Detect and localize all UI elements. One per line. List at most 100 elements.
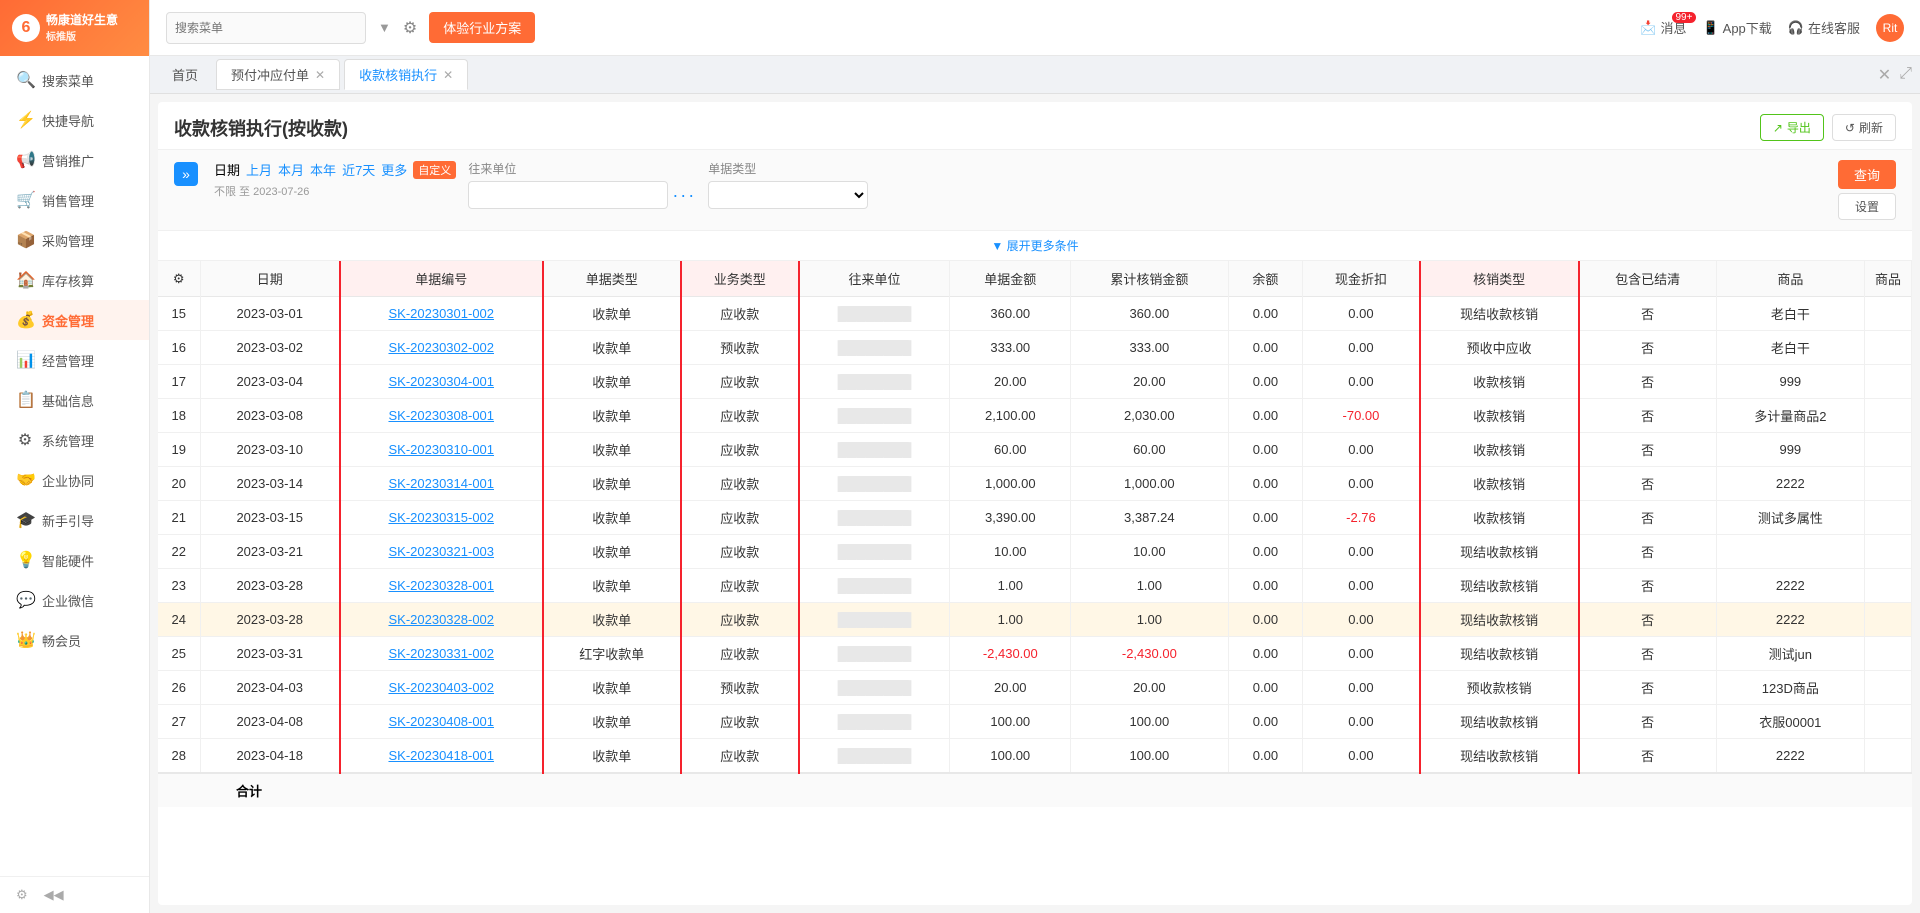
online-service-btn[interactable]: 🎧 在线客服 [1788,18,1860,37]
tab-collection[interactable]: 收款核销执行 ✕ [344,59,468,90]
sidebar-item-系统管理[interactable]: ⚙ 系统管理 [0,420,149,460]
export-btn[interactable]: ↗ 导出 [1760,114,1824,141]
col-goods[interactable]: 商品 [1716,261,1864,297]
td-date: 2023-03-08 [200,399,340,433]
voucher-link[interactable]: SK-20230301-002 [388,306,494,321]
voucher-link[interactable]: SK-20230304-001 [388,374,494,389]
sidebar-item-label: 畅会员 [42,631,81,650]
col-balance[interactable]: 余额 [1228,261,1303,297]
dropdown-arrow-icon[interactable]: ▼ [378,20,391,35]
voucher-link[interactable]: SK-20230328-001 [388,578,494,593]
voucher-link[interactable]: SK-20230308-001 [388,408,494,423]
tab-close-all-icon[interactable]: ✕ [1878,65,1891,85]
voucher-link[interactable]: SK-20230310-001 [388,442,494,457]
sidebar-item-基础信息[interactable]: 📋 基础信息 [0,380,149,420]
col-amount[interactable]: 单据金额 [950,261,1071,297]
settings-icon[interactable]: ⚙ [16,887,28,903]
td-goods2 [1864,671,1911,705]
td-date: 2023-03-15 [200,501,340,535]
col-voucher-no[interactable]: 单据编号 [340,261,543,297]
col-cash-discount[interactable]: 现金折扣 [1303,261,1420,297]
app-download-btn[interactable]: 📱 App下载 [1702,18,1771,37]
sidebar-item-智能硬件[interactable]: 💡 智能硬件 [0,540,149,580]
col-partner[interactable]: 往来单位 [799,261,950,297]
sidebar-item-label: 销售管理 [42,191,94,210]
sidebar-item-库存核算[interactable]: 🏠 库存核算 [0,260,149,300]
tab-expand-icon[interactable]: ⤢ [1899,65,1912,85]
col-biz-type[interactable]: 业务类型 [681,261,799,297]
refresh-btn[interactable]: ↺ 刷新 [1832,114,1896,141]
col-include-settled[interactable]: 包含已结清 [1579,261,1717,297]
filter-voucher-type-select[interactable]: 收款单 红字收款单 [708,181,868,209]
avatar[interactable]: Rit [1876,14,1904,42]
table-header-row: ⚙ 日期 单据编号 单据类型 业务类型 往来单位 单据金额 累计核销金额 余额 … [158,261,1912,297]
td-amount: 100.00 [950,705,1071,739]
sidebar-item-新手引导[interactable]: 🎓 新手引导 [0,500,149,540]
tab-close-collection[interactable]: ✕ [443,68,453,82]
col-gear[interactable]: ⚙ [158,261,200,297]
data-table: ⚙ 日期 单据编号 单据类型 业务类型 往来单位 单据金额 累计核销金额 余额 … [158,261,1912,807]
col-date[interactable]: 日期 [200,261,340,297]
sidebar-item-营销推广[interactable]: 📢 营销推广 [0,140,149,180]
td-no: 27 [158,705,200,739]
messages-btn[interactable]: 📩 消息 99+ [1640,18,1686,37]
filter-toggle-btn[interactable]: » [174,162,198,186]
sidebar-item-搜索菜单[interactable]: 🔍 搜索菜单 [0,60,149,100]
industry-btn[interactable]: 体验行业方案 [429,12,535,43]
td-no: 22 [158,535,200,569]
gear-icon[interactable]: ⚙ [403,18,417,38]
query-btn[interactable]: 查询 [1838,160,1896,189]
col-cumulative[interactable]: 累计核销金额 [1071,261,1228,297]
voucher-link[interactable]: SK-20230331-002 [388,646,494,661]
filter-date-7days[interactable]: 近7天 [342,160,375,179]
td-cash-discount: 0.00 [1303,331,1420,365]
voucher-link[interactable]: SK-20230321-003 [388,544,494,559]
settings-btn[interactable]: 设置 [1838,193,1896,220]
col-cancel-type[interactable]: 核销类型 [1420,261,1579,297]
td-amount: 1,000.00 [950,467,1071,501]
td-cumulative: 10.00 [1071,535,1228,569]
sidebar-item-label: 搜索菜单 [42,71,94,90]
td-partner: ████████ [799,739,950,774]
sidebar-item-畅会员[interactable]: 👑 畅会员 [0,620,149,660]
sidebar-item-资金管理[interactable]: 💰 资金管理 [0,300,149,340]
expand-more-bar[interactable]: ▼ 展开更多条件 [158,231,1912,261]
td-cash-discount: 0.00 [1303,535,1420,569]
sidebar-item-经营管理[interactable]: 📊 经营管理 [0,340,149,380]
tab-close-prepay[interactable]: ✕ [315,68,325,82]
tab-home[interactable]: 首页 [158,59,212,90]
voucher-link[interactable]: SK-20230403-002 [388,680,494,695]
td-cash-discount: 0.00 [1303,297,1420,331]
col-goods2[interactable]: 商品 [1864,261,1911,297]
voucher-link[interactable]: SK-20230328-002 [388,612,494,627]
filter-dots[interactable]: ··· [672,185,696,206]
filter-partner-input[interactable] [468,181,668,209]
voucher-link[interactable]: SK-20230418-001 [388,748,494,763]
td-voucher-no: SK-20230408-001 [340,705,543,739]
tab-prepay[interactable]: 预付冲应付单 ✕ [216,59,340,90]
filter-date-more[interactable]: 更多 [381,160,407,179]
filter-date-cur-year[interactable]: 本年 [310,160,336,179]
collapse-icon[interactable]: ◀◀ [44,887,64,903]
sidebar-item-企业微信[interactable]: 💬 企业微信 [0,580,149,620]
voucher-link[interactable]: SK-20230315-002 [388,510,494,525]
content-area: 收款核销执行(按收款) ↗ 导出 ↺ 刷新 » 日期 上月 [158,102,1912,905]
sidebar-item-企业协同[interactable]: 🤝 企业协同 [0,460,149,500]
voucher-link[interactable]: SK-20230408-001 [388,714,494,729]
sidebar-item-label: 系统管理 [42,431,94,450]
sidebar-item-采购管理[interactable]: 📦 采购管理 [0,220,149,260]
search-input[interactable] [166,12,366,44]
td-cancel-type: 现结收款核销 [1420,603,1579,637]
voucher-link[interactable]: SK-20230314-001 [388,476,494,491]
filter-date-prev-month[interactable]: 上月 [246,160,272,179]
col-voucher-type[interactable]: 单据类型 [543,261,681,297]
table-row: 19 2023-03-10 SK-20230310-001 收款单 应收款 ██… [158,433,1912,467]
filter-custom-tag[interactable]: 自定义 [413,161,456,179]
sidebar-item-快捷导航[interactable]: ⚡ 快捷导航 [0,100,149,140]
td-include-settled: 否 [1579,671,1717,705]
filter-date-cur-month[interactable]: 本月 [278,160,304,179]
voucher-link[interactable]: SK-20230302-002 [388,340,494,355]
sidebar-item-销售管理[interactable]: 🛒 销售管理 [0,180,149,220]
td-voucher-type: 收款单 [543,569,681,603]
td-cancel-type: 现结收款核销 [1420,297,1579,331]
